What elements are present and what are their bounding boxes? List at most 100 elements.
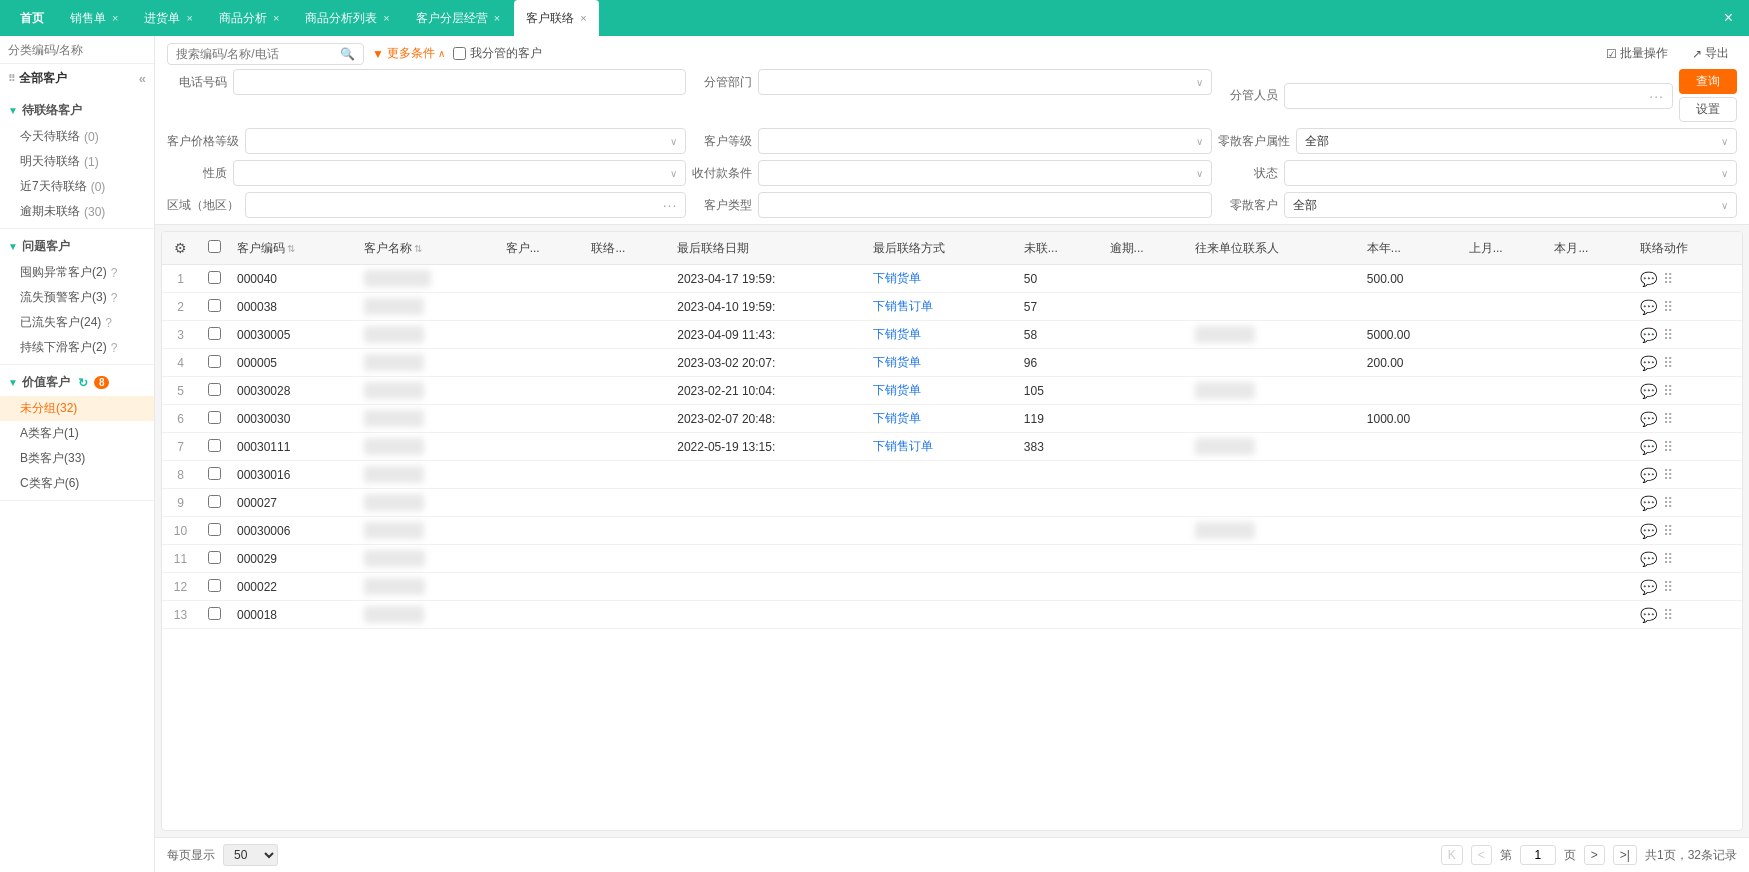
row-checkbox[interactable] <box>208 467 221 480</box>
row-last-contact-way[interactable]: 下销货单 <box>865 349 1016 377</box>
more-action-icon[interactable]: ⠿ <box>1663 551 1673 567</box>
sidebar-item-churn-warning[interactable]: 流失预警客户(3)? <box>0 285 154 310</box>
reset-button[interactable]: 设置 <box>1679 97 1737 122</box>
row-checkbox-cell[interactable] <box>199 321 229 349</box>
row-checkbox[interactable] <box>208 523 221 536</box>
more-filters-btn[interactable]: ▼ 更多条件 ∧ <box>372 45 445 62</box>
more-action-icon[interactable]: ⠿ <box>1663 383 1673 399</box>
sidebar-item-tomorrow-pending[interactable]: 明天待联络(1) <box>0 149 154 174</box>
query-button[interactable]: 查询 <box>1679 69 1737 94</box>
chat-icon[interactable]: 💬 <box>1640 579 1657 595</box>
filter-retail-attr-select[interactable]: 全部∨ <box>1296 128 1737 154</box>
row-checkbox-cell[interactable] <box>199 461 229 489</box>
row-checkbox-cell[interactable] <box>199 293 229 321</box>
filter-customer-type-input[interactable] <box>758 192 1211 218</box>
sidebar-item-class-a[interactable]: A类客户(1) <box>0 421 154 446</box>
gear-button[interactable]: ⚙ <box>170 238 191 258</box>
chat-icon[interactable]: 💬 <box>1640 271 1657 287</box>
row-last-contact-way[interactable] <box>865 601 1016 629</box>
sidebar-item-declining[interactable]: 持续下滑客户(2)? <box>0 335 154 360</box>
value-group-title[interactable]: ▼ 价值客户 ↻ 8 <box>0 369 154 396</box>
chat-icon[interactable]: 💬 <box>1640 355 1657 371</box>
last-page-btn[interactable]: >| <box>1613 845 1637 865</box>
row-last-contact-way[interactable] <box>865 461 1016 489</box>
row-checkbox[interactable] <box>208 355 221 368</box>
row-last-contact-way[interactable] <box>865 517 1016 545</box>
nav-close-product-analysis[interactable]: × <box>273 12 279 24</box>
my-customers-checkbox[interactable]: 我分管的客户 <box>453 45 542 62</box>
row-last-contact-way[interactable]: 下销售订单 <box>865 433 1016 461</box>
row-last-contact-way[interactable] <box>865 545 1016 573</box>
nav-tab-sales-order[interactable]: 销售单 × <box>58 0 130 36</box>
main-search-input[interactable] <box>176 47 336 61</box>
batch-ops-btn[interactable]: ☑ 批量操作 <box>1598 42 1676 65</box>
search-icon[interactable]: 🔍 <box>340 47 355 61</box>
more-action-icon[interactable]: ⠿ <box>1663 299 1673 315</box>
nav-close-product-analysis-list[interactable]: × <box>383 12 389 24</box>
filter-status-select[interactable]: ∨ <box>1284 160 1737 186</box>
export-btn[interactable]: ↗ 导出 <box>1684 42 1737 65</box>
row-last-contact-way[interactable]: 下销售订单 <box>865 293 1016 321</box>
row-checkbox-cell[interactable] <box>199 489 229 517</box>
nav-close-customer-contact[interactable]: × <box>580 12 586 24</box>
nav-close-sales-order[interactable]: × <box>112 12 118 24</box>
sidebar-item-churned[interactable]: 已流失客户(24)? <box>0 310 154 335</box>
chat-icon[interactable]: 💬 <box>1640 495 1657 511</box>
chat-icon[interactable]: 💬 <box>1640 411 1657 427</box>
sidebar-item-class-c[interactable]: C类客户(6) <box>0 471 154 496</box>
filter-department-select[interactable]: ∨ <box>758 69 1211 95</box>
sidebar-item-hoarding-abnormal[interactable]: 囤购异常客户(2)? <box>0 260 154 285</box>
row-checkbox[interactable] <box>208 327 221 340</box>
row-checkbox[interactable] <box>208 551 221 564</box>
nav-tab-product-analysis[interactable]: 商品分析 × <box>207 0 291 36</box>
first-page-btn[interactable]: K <box>1441 845 1463 865</box>
sidebar-item-overdue-pending[interactable]: 逾期未联络(30) <box>0 199 154 224</box>
sidebar-item-today-pending[interactable]: 今天待联络(0) <box>0 124 154 149</box>
sidebar-collapse-btn[interactable]: « <box>139 71 146 86</box>
filter-price-level-select[interactable]: ∨ <box>245 128 686 154</box>
more-action-icon[interactable]: ⠿ <box>1663 411 1673 427</box>
refresh-icon[interactable]: ↻ <box>78 376 88 390</box>
nav-tab-home[interactable]: 首页 <box>8 0 56 36</box>
chat-icon[interactable]: 💬 <box>1640 299 1657 315</box>
select-all-checkbox[interactable] <box>208 240 221 253</box>
row-checkbox[interactable] <box>208 607 221 620</box>
filter-level-select[interactable]: ∨ <box>758 128 1211 154</box>
row-checkbox[interactable] <box>208 271 221 284</box>
pending-group-title[interactable]: ▼ 待联络客户 <box>0 97 154 124</box>
row-last-contact-way[interactable]: 下销货单 <box>865 405 1016 433</box>
col-gear[interactable]: ⚙ <box>162 232 199 265</box>
more-action-icon[interactable]: ⠿ <box>1663 495 1673 511</box>
nav-tab-customer-contact[interactable]: 客户联络 × <box>514 0 598 36</box>
row-checkbox-cell[interactable] <box>199 349 229 377</box>
more-action-icon[interactable]: ⠿ <box>1663 523 1673 539</box>
nav-tab-product-analysis-list[interactable]: 商品分析列表 × <box>293 0 401 36</box>
problem-group-title[interactable]: ▼ 问题客户 <box>0 233 154 260</box>
more-action-icon[interactable]: ⠿ <box>1663 579 1673 595</box>
page-size-select[interactable]: 50 100 <box>223 844 278 866</box>
col-name[interactable]: 客户名称⇅ <box>356 232 498 265</box>
filter-payment-select[interactable]: ∨ <box>758 160 1211 186</box>
row-checkbox-cell[interactable] <box>199 601 229 629</box>
row-checkbox-cell[interactable] <box>199 433 229 461</box>
row-checkbox[interactable] <box>208 439 221 452</box>
row-checkbox-cell[interactable] <box>199 405 229 433</box>
row-last-contact-way[interactable]: 下销货单 <box>865 265 1016 293</box>
more-action-icon[interactable]: ⠿ <box>1663 271 1673 287</box>
row-checkbox[interactable] <box>208 383 221 396</box>
row-checkbox-cell[interactable] <box>199 265 229 293</box>
filter-retail-select[interactable]: 全部∨ <box>1284 192 1737 218</box>
row-checkbox[interactable] <box>208 579 221 592</box>
chat-icon[interactable]: 💬 <box>1640 383 1657 399</box>
page-num-input[interactable] <box>1520 845 1556 865</box>
row-checkbox-cell[interactable] <box>199 377 229 405</box>
chat-icon[interactable]: 💬 <box>1640 607 1657 623</box>
chat-icon[interactable]: 💬 <box>1640 467 1657 483</box>
sidebar-all-customers-header[interactable]: ⠿ 全部客户 « <box>0 64 154 93</box>
row-last-contact-way[interactable] <box>865 489 1016 517</box>
row-last-contact-way[interactable]: 下销货单 <box>865 377 1016 405</box>
nav-close-customer-segment[interactable]: × <box>494 12 500 24</box>
filter-region-input[interactable]: ··· <box>245 192 686 218</box>
row-checkbox-cell[interactable] <box>199 573 229 601</box>
col-code[interactable]: 客户编码⇅ <box>229 232 356 265</box>
